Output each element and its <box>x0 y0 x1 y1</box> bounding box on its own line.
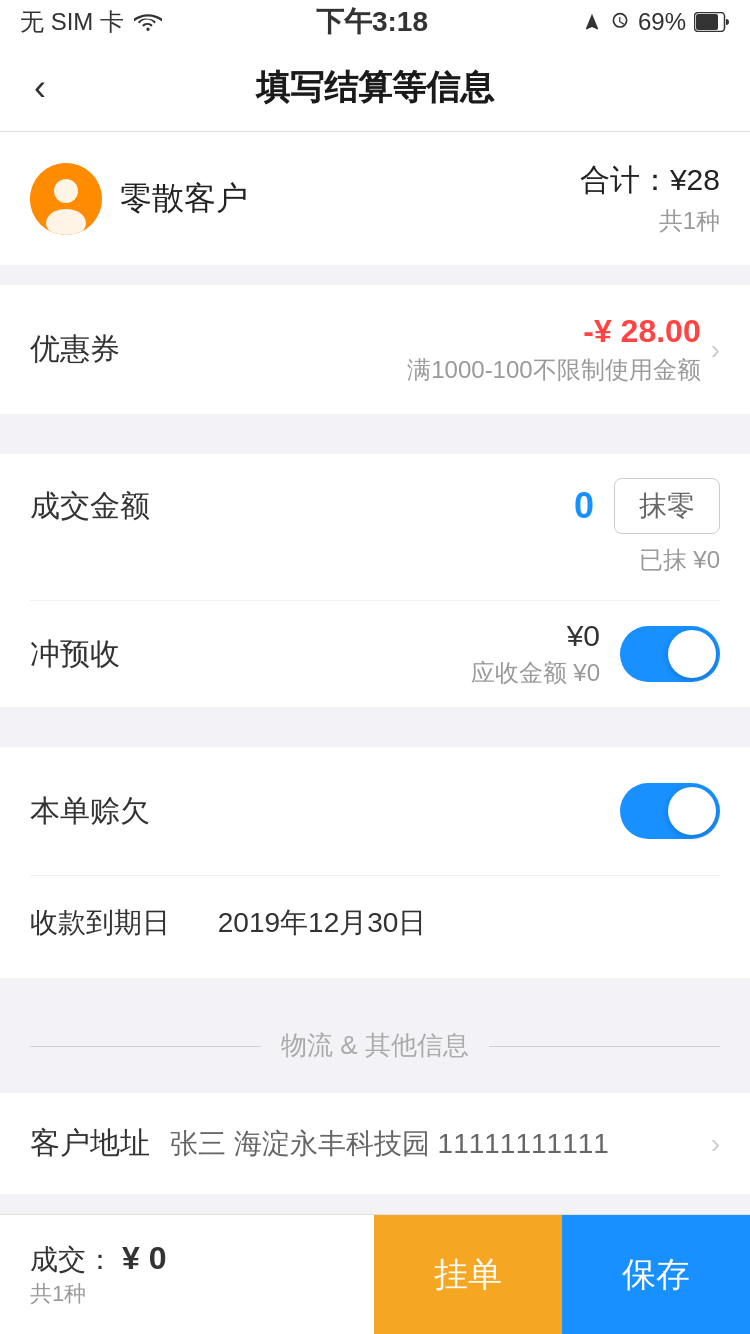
coupon-amount: -¥ 28.00 <box>407 313 700 350</box>
address-card: 客户地址 张三 海淀永丰科技园 11111111111 › <box>0 1093 750 1194</box>
content: 零散客户 合计：¥28 共1种 优惠券 -¥ 28.00 满1000-100不限… <box>0 132 750 1334</box>
summary-title: 成交： <box>30 1241 114 1279</box>
alarm-icon <box>610 12 630 32</box>
customer-name: 零散客户 <box>120 177 248 221</box>
coupon-label: 优惠券 <box>30 329 120 370</box>
status-bar: 无 SIM 卡 下午3:18 69% <box>0 0 750 44</box>
logistics-header: 物流 & 其他信息 <box>0 998 750 1093</box>
due-date-value: 2019年12月30日 <box>218 907 427 938</box>
address-chevron-icon: › <box>711 1128 720 1160</box>
summary-count: 共1种 <box>30 1279 374 1309</box>
wifi-icon <box>134 12 162 32</box>
back-button[interactable]: ‹ <box>24 57 56 119</box>
save-button[interactable]: 保存 <box>562 1215 750 1334</box>
precharge-label: 冲预收 <box>30 634 120 675</box>
logistics-title: 物流 & 其他信息 <box>261 1028 489 1063</box>
bottom-summary: 成交： ¥ 0 共1种 <box>0 1240 374 1309</box>
bottom-bar: 成交： ¥ 0 共1种 挂单 保存 <box>0 1214 750 1334</box>
debt-row: 本单赊欠 <box>0 747 750 875</box>
precharge-toggle[interactable] <box>620 626 720 682</box>
address-row[interactable]: 客户地址 张三 海淀永丰科技园 11111111111 › <box>0 1093 750 1194</box>
nav-bar: ‹ 填写结算等信息 <box>0 44 750 132</box>
bottom-buttons: 挂单 保存 <box>374 1215 750 1334</box>
coupon-row[interactable]: 优惠券 -¥ 28.00 满1000-100不限制使用金额 › <box>0 285 750 414</box>
debt-card: 本单赊欠 收款到期日 2019年12月30日 <box>0 747 750 978</box>
address-value: 张三 海淀永丰科技园 11111111111 <box>170 1125 691 1163</box>
transaction-card: 成交金额 0 抹零 已抹 ¥0 冲预收 ¥0 应收金额 ¥0 <box>0 454 750 707</box>
status-right: 69% <box>582 8 730 36</box>
debt-label: 本单赊欠 <box>30 791 150 832</box>
transaction-value: 0 <box>574 485 594 527</box>
battery-percent: 69% <box>638 8 686 36</box>
transaction-label: 成交金额 <box>30 486 150 527</box>
section-gap-2 <box>0 727 750 747</box>
coupon-card: 优惠券 -¥ 28.00 满1000-100不限制使用金额 › <box>0 285 750 414</box>
round-button[interactable]: 抹零 <box>614 478 720 534</box>
customer-card: 零散客户 合计：¥28 共1种 <box>0 132 750 265</box>
due-row[interactable]: 收款到期日 2019年12月30日 <box>0 876 750 978</box>
chevron-right-icon: › <box>711 334 720 366</box>
hold-button[interactable]: 挂单 <box>374 1215 562 1334</box>
battery-icon <box>694 12 730 32</box>
avatar <box>30 163 102 235</box>
svg-rect-1 <box>696 14 718 30</box>
transaction-sub: 已抹 ¥0 <box>0 544 750 600</box>
precharge-value: ¥0 <box>471 619 600 653</box>
status-left: 无 SIM 卡 <box>20 6 162 38</box>
amount-row: 成交金额 0 抹零 <box>0 454 750 544</box>
page-title: 填写结算等信息 <box>256 65 494 111</box>
due-label-text: 收款到期日 <box>30 907 170 938</box>
amount-right: 0 抹零 <box>574 478 720 534</box>
section-gap-1 <box>0 434 750 454</box>
debt-toggle[interactable] <box>620 783 720 839</box>
no-sim-label: 无 SIM 卡 <box>20 6 124 38</box>
precharge-amounts: ¥0 应收金额 ¥0 <box>471 619 600 689</box>
total-label: 合计：¥28 <box>580 160 720 201</box>
precharge-sub: 应收金额 ¥0 <box>471 657 600 689</box>
bottom-summary-line1: 成交： ¥ 0 <box>30 1240 374 1279</box>
svg-point-3 <box>54 179 78 203</box>
customer-left: 零散客户 <box>30 163 248 235</box>
address-label: 客户地址 <box>30 1123 150 1164</box>
due-label: 收款到期日 2019年12月30日 <box>30 907 446 938</box>
customer-row: 零散客户 合计：¥28 共1种 <box>0 132 750 265</box>
precharge-right: ¥0 应收金额 ¥0 <box>471 619 720 689</box>
coupon-description: 满1000-100不限制使用金额 <box>407 354 700 386</box>
customer-right: 合计：¥28 共1种 <box>580 160 720 237</box>
status-time: 下午3:18 <box>316 3 428 41</box>
summary-amount: ¥ 0 <box>122 1240 166 1277</box>
precharge-row: 冲预收 ¥0 应收金额 ¥0 <box>0 601 750 707</box>
location-icon <box>582 12 602 32</box>
total-count: 共1种 <box>580 205 720 237</box>
